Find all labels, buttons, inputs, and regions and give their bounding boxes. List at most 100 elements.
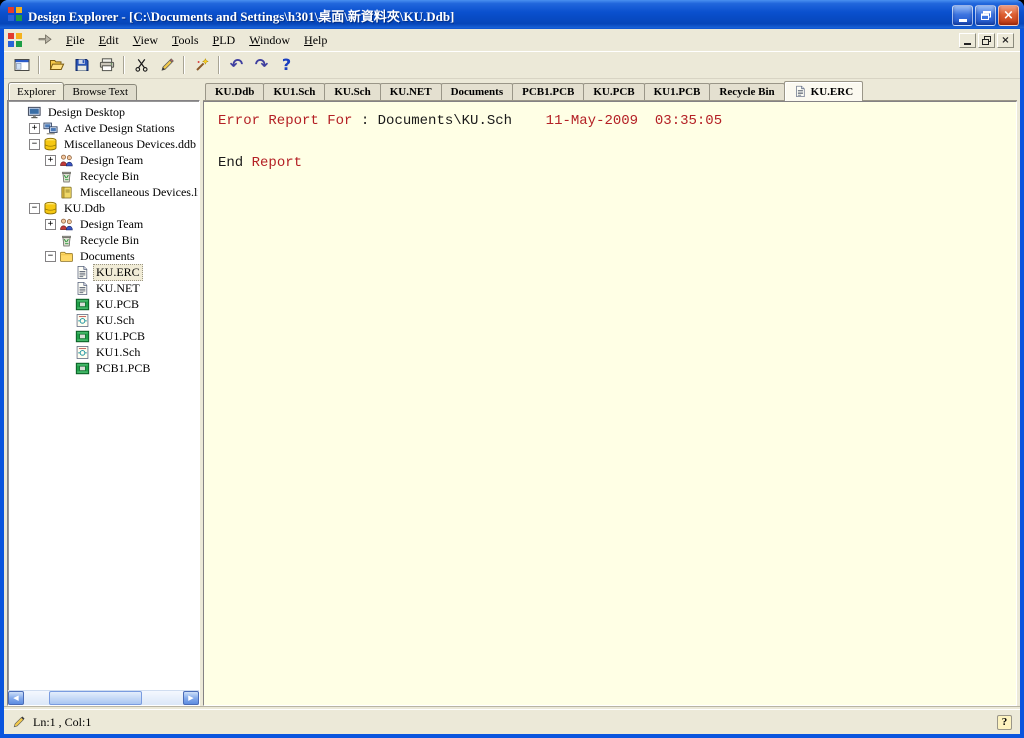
tree-box: Design Desktop+Active Design Stations−Mi… bbox=[7, 100, 200, 706]
doc-tab-ku-net[interactable]: KU.NET bbox=[380, 83, 442, 100]
panels-icon bbox=[14, 57, 30, 73]
tree-item-miscellaneous-devices-lib[interactable]: Miscellaneous Devices.lib bbox=[9, 184, 198, 200]
document-close-button[interactable]: × bbox=[997, 33, 1014, 48]
scroll-left-button[interactable]: ◀ bbox=[8, 691, 24, 705]
pencil-icon bbox=[12, 715, 27, 730]
tree-item-ku-sch[interactable]: KU.Sch bbox=[9, 312, 198, 328]
tree-item-active-design-stations[interactable]: +Active Design Stations bbox=[9, 120, 198, 136]
menu-tools[interactable]: Tools bbox=[165, 31, 206, 50]
restore-button[interactable] bbox=[975, 5, 996, 26]
help-button[interactable]: ? bbox=[274, 54, 299, 77]
doc-tab-label: KU.NET bbox=[390, 86, 432, 98]
textdoc-icon bbox=[75, 281, 90, 296]
tree-item-design-team[interactable]: +Design Team bbox=[9, 152, 198, 168]
minimize-icon bbox=[964, 43, 971, 45]
collapse-icon[interactable]: − bbox=[29, 203, 40, 214]
scroll-right-button[interactable]: ▶ bbox=[183, 691, 199, 705]
minimize-button[interactable] bbox=[952, 5, 973, 26]
scrollbar-track[interactable] bbox=[24, 691, 183, 705]
tree-item-ku-net[interactable]: KU.NET bbox=[9, 280, 198, 296]
panel-tab-explorer[interactable]: Explorer bbox=[8, 82, 64, 100]
toolbar-separator bbox=[183, 56, 185, 74]
tree-item-ku-pcb[interactable]: KU.PCB bbox=[9, 296, 198, 312]
menu-edit[interactable]: Edit bbox=[92, 31, 126, 50]
help-button[interactable]: ? bbox=[997, 715, 1012, 730]
menu-view[interactable]: View bbox=[126, 31, 165, 50]
wand-icon bbox=[194, 57, 210, 73]
client-area: FileEditViewToolsPLDWindowHelp × ↶ ↷? Exp… bbox=[4, 29, 1020, 734]
toolbar-separator bbox=[123, 56, 125, 74]
tree-item-miscellaneous-devices-ddb[interactable]: −Miscellaneous Devices.ddb bbox=[9, 136, 198, 152]
doc-tab-ku1-sch[interactable]: KU1.Sch bbox=[263, 83, 325, 100]
redo-icon: ↷ bbox=[255, 57, 268, 73]
cut-button[interactable] bbox=[129, 54, 154, 77]
doc-tab-ku-ddb[interactable]: KU.Ddb bbox=[205, 83, 264, 100]
recycle-icon bbox=[59, 169, 74, 184]
tree-horizontal-scrollbar[interactable]: ◀ ▶ bbox=[8, 690, 199, 705]
ddb-icon bbox=[43, 137, 58, 152]
redo-button[interactable]: ↷ bbox=[249, 54, 274, 77]
pcb-icon bbox=[75, 297, 90, 312]
expand-icon[interactable]: + bbox=[45, 155, 56, 166]
doc-tab-ku-pcb[interactable]: KU.PCB bbox=[583, 83, 644, 100]
title-bar: Design Explorer - [C:\Documents and Sett… bbox=[0, 0, 1024, 29]
toggle-panels-button[interactable] bbox=[9, 54, 34, 77]
tree-item-label: Recycle Bin bbox=[77, 168, 142, 185]
sch-icon bbox=[75, 313, 90, 328]
doc-tab-label: KU.PCB bbox=[593, 86, 634, 98]
open-icon bbox=[49, 57, 65, 73]
tree-item-documents[interactable]: −Documents bbox=[9, 248, 198, 264]
doc-tab-pcb1-pcb[interactable]: PCB1.PCB bbox=[512, 83, 584, 100]
menu-help[interactable]: Help bbox=[297, 31, 334, 50]
tree-item-ku-erc[interactable]: KU.ERC bbox=[9, 264, 198, 280]
doc-tab-ku-erc[interactable]: KU.ERC bbox=[784, 81, 863, 101]
doc-tab-ku1-pcb[interactable]: KU1.PCB bbox=[644, 83, 711, 100]
restore-icon bbox=[981, 11, 991, 20]
save-button[interactable] bbox=[69, 54, 94, 77]
undo-button[interactable]: ↶ bbox=[224, 54, 249, 77]
team-icon bbox=[59, 217, 74, 232]
sch-icon bbox=[75, 345, 90, 360]
panel-tab-browse-text[interactable]: Browse Text bbox=[63, 84, 137, 100]
folder-icon bbox=[59, 249, 74, 264]
tree-item-design-desktop[interactable]: Design Desktop bbox=[9, 104, 198, 120]
tree-item-recycle-bin[interactable]: Recycle Bin bbox=[9, 168, 198, 184]
tree-item-ku-ddb[interactable]: −KU.Ddb bbox=[9, 200, 198, 216]
menu-window[interactable]: Window bbox=[242, 31, 297, 50]
app-icon[interactable] bbox=[7, 32, 23, 48]
close-button[interactable]: × bbox=[998, 5, 1019, 26]
document-restore-button[interactable] bbox=[978, 33, 995, 48]
editor-line: Error Report For : Documents\KU.Sch 11-M… bbox=[218, 111, 1008, 132]
print-button[interactable] bbox=[94, 54, 119, 77]
doc-tab-label: KU1.PCB bbox=[654, 86, 701, 98]
doc-tab-recycle-bin[interactable]: Recycle Bin bbox=[709, 83, 784, 100]
doc-tab-ku-sch[interactable]: KU.Sch bbox=[324, 83, 380, 100]
document-minimize-button[interactable] bbox=[959, 33, 976, 48]
editor-area[interactable]: Error Report For : Documents\KU.Sch 11-M… bbox=[203, 101, 1017, 706]
close-icon: × bbox=[1001, 35, 1009, 46]
menu-file[interactable]: File bbox=[59, 31, 92, 50]
tree-item-ku1-sch[interactable]: KU1.Sch bbox=[9, 344, 198, 360]
expand-icon[interactable]: + bbox=[45, 219, 56, 230]
app-icon bbox=[7, 6, 23, 26]
menu-pld[interactable]: PLD bbox=[206, 31, 243, 50]
scrollbar-thumb[interactable] bbox=[49, 691, 141, 705]
tree-item-label: KU.PCB bbox=[93, 296, 142, 313]
wizard-button[interactable] bbox=[189, 54, 214, 77]
draw-button[interactable] bbox=[154, 54, 179, 77]
tree-item-ku1-pcb[interactable]: KU1.PCB bbox=[9, 328, 198, 344]
collapse-icon[interactable]: − bbox=[45, 251, 56, 262]
window-title: Design Explorer - [C:\Documents and Sett… bbox=[28, 6, 454, 25]
menu-arrow-icon[interactable] bbox=[37, 32, 53, 48]
tree-item-recycle-bin[interactable]: Recycle Bin bbox=[9, 232, 198, 248]
editor-content[interactable]: Error Report For : Documents\KU.Sch 11-M… bbox=[204, 102, 1016, 705]
tree-item-pcb1-pcb[interactable]: PCB1.PCB bbox=[9, 360, 198, 376]
open-document-button[interactable] bbox=[44, 54, 69, 77]
collapse-icon[interactable]: − bbox=[29, 139, 40, 150]
doc-tab-documents[interactable]: Documents bbox=[441, 83, 514, 100]
expand-icon[interactable]: + bbox=[29, 123, 40, 134]
tree-item-label: Design Team bbox=[77, 216, 146, 233]
tree-item-design-team[interactable]: + Design Team bbox=[9, 216, 198, 232]
mdi-window-controls: × bbox=[959, 33, 1017, 48]
minimize-icon bbox=[959, 19, 967, 22]
